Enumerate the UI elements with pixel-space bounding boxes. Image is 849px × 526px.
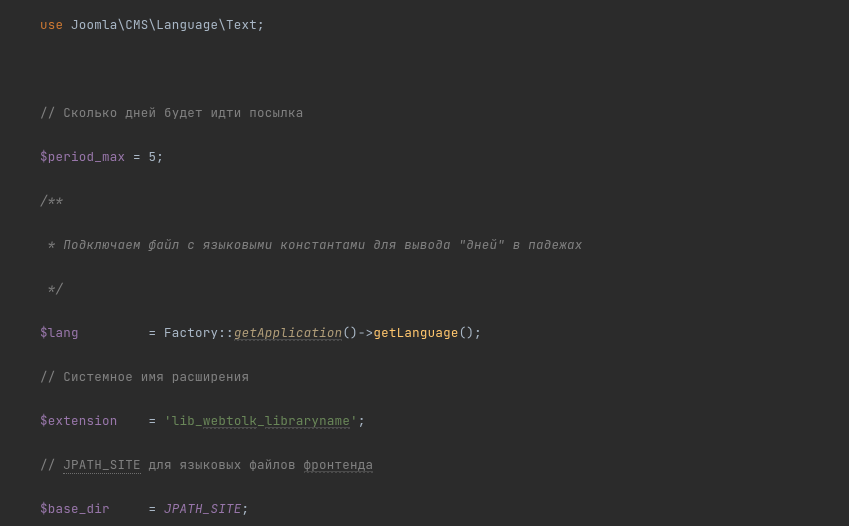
var-base-dir: $base_dir (40, 500, 110, 517)
comment-line: // Сколько дней будет идти посылка (40, 102, 849, 124)
docblock-line: * Подключаем файл с языковыми константам… (40, 234, 849, 256)
namespace-path: Joomla\CMS\Language\Text (71, 16, 257, 33)
comment-line: // JPATH_SITE для языковых файлов фронте… (40, 454, 849, 476)
keyword-use: use (40, 16, 63, 33)
var-extension: $extension (40, 412, 118, 429)
code-line: $extension = 'lib_webtolk_libraryname'; (40, 410, 849, 432)
code-line: use Joomla\CMS\Language\Text; (40, 14, 849, 36)
code-line: $period_max = 5; (40, 146, 849, 168)
fn-getLanguage: getLanguage (373, 324, 458, 341)
comment-line: // Системное имя расширения (40, 366, 849, 388)
fn-getApplication: getApplication (234, 324, 343, 342)
class-factory: Factory (164, 324, 218, 341)
var-lang: $lang (40, 324, 79, 341)
code-line-empty (40, 58, 849, 80)
docblock-line: /** (40, 190, 849, 212)
var-period-max: $period_max (40, 148, 125, 165)
const-jpath-site: JPATH_SITE (164, 500, 242, 517)
code-editor[interactable]: use Joomla\CMS\Language\Text; // Сколько… (0, 0, 849, 526)
docblock-line: */ (40, 278, 849, 300)
code-line: $base_dir = JPATH_SITE; (40, 498, 849, 520)
code-line: $lang = Factory::getApplication()->getLa… (40, 322, 849, 344)
